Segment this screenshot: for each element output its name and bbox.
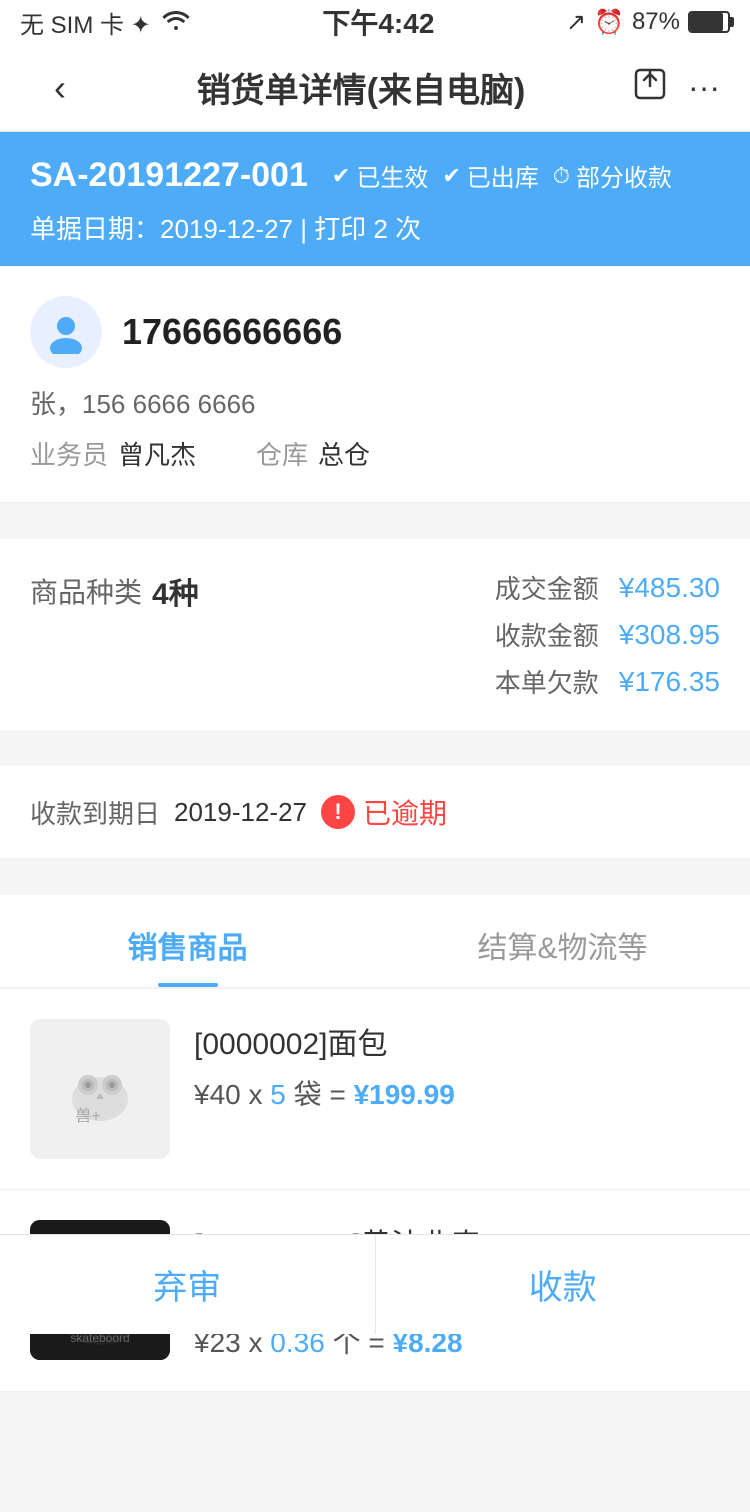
tab-sales[interactable]: 销售商品: [0, 895, 375, 987]
clock-icon: ⏱: [553, 163, 570, 189]
avatar: [30, 296, 102, 368]
category-label: 商品种类: [30, 571, 142, 611]
tab-settlement[interactable]: 结算&物流等: [375, 895, 750, 987]
reject-button[interactable]: 弃审: [0, 1235, 376, 1334]
warehouse-label: 仓库: [256, 435, 308, 472]
status-shipped: ✔ 已出库: [442, 158, 538, 193]
divider-2: [0, 730, 750, 748]
receipt-amount-row: 收款金额 ¥308.95: [495, 616, 720, 653]
customer-contact: 张，156 6666 6666: [30, 384, 720, 421]
overdue-text: 已逾期: [363, 792, 447, 832]
check-icon-2: ✔: [442, 163, 460, 189]
product-placeholder-1: 兽+: [30, 1019, 170, 1159]
due-date-section: 收款到期日 2019-12-27 ! 已逾期: [0, 766, 750, 859]
customer-section: 17666666666 张，156 6666 6666 业务员 曾凡杰 仓库 总…: [0, 266, 750, 503]
stats-right: 成交金额 ¥485.30 收款金额 ¥308.95 本单欠款 ¥176.35: [495, 569, 720, 700]
status-tags: ✔ 已生效 ✔ 已出库 ⏱ 部分收款: [332, 158, 672, 193]
deal-label: 成交金额: [495, 569, 599, 606]
divider-3: [0, 859, 750, 877]
receipt-label: 收款金额: [495, 616, 599, 653]
owe-amount: ¥176.35: [619, 666, 720, 698]
more-icon[interactable]: ···: [688, 69, 720, 106]
bottom-bar: 弃审 收款: [0, 1234, 750, 1334]
due-date-value: 2019-12-27: [174, 797, 307, 828]
warehouse-value: 总仓: [318, 435, 370, 472]
category-count: 4种: [152, 569, 199, 613]
receipt-amount: ¥308.95: [619, 619, 720, 651]
status-effective: ✔ 已生效: [332, 158, 428, 193]
collect-button[interactable]: 收款: [376, 1235, 750, 1334]
bottom-spacer: [0, 1392, 750, 1512]
order-id: SA-20191227-001: [30, 156, 308, 195]
battery-percent: 87%: [632, 8, 680, 36]
product-item-1: 兽+ [0000002]面包 ¥40 x 5 袋 = ¥199.99: [0, 989, 750, 1190]
owe-amount-row: 本单欠款 ¥176.35: [495, 663, 720, 700]
status-time: 下午4:42: [322, 2, 434, 42]
banner-row1: SA-20191227-001 ✔ 已生效 ✔ 已出库 ⏱ 部分收款: [30, 156, 720, 195]
tab-underline: [158, 983, 218, 987]
product-info-1: [0000002]面包 ¥40 x 5 袋 = ¥199.99: [194, 1019, 720, 1113]
salesperson-value: 曾凡杰: [118, 435, 196, 472]
nav-title: 销货单详情(来自电脑): [197, 63, 526, 112]
share-icon[interactable]: [632, 66, 668, 110]
overdue-badge: ! 已逾期: [321, 792, 447, 832]
warehouse-meta: 仓库 总仓: [256, 435, 370, 472]
product-name-1: [0000002]面包: [194, 1019, 720, 1063]
product-total-1: ¥199.99: [354, 1079, 455, 1110]
stats-section: 商品种类 4种 成交金额 ¥485.30 收款金额 ¥308.95 本单欠款 ¥…: [0, 539, 750, 730]
product-qty-1: 5: [270, 1079, 286, 1110]
tabs-section: 销售商品 结算&物流等: [0, 895, 750, 989]
overdue-icon: !: [321, 795, 355, 829]
deal-amount: ¥485.30: [619, 572, 720, 604]
owe-label: 本单欠款: [495, 663, 599, 700]
due-label: 收款到期日: [30, 794, 160, 831]
status-right: ↗ ⏰ 87%: [566, 8, 730, 37]
banner-date-row: 单据日期：2019-12-27 | 打印 2 次: [30, 209, 720, 246]
divider-1: [0, 503, 750, 521]
category-row: 商品种类 4种: [30, 569, 199, 613]
customer-name: 17666666666: [122, 311, 342, 353]
customer-top: 17666666666: [30, 296, 720, 368]
status-partial: ⏱ 部分收款: [553, 158, 672, 193]
product-price-1: ¥40 x 5 袋 = ¥199.99: [194, 1073, 720, 1113]
deal-amount-row: 成交金额 ¥485.30: [495, 569, 720, 606]
nav-actions: ···: [632, 66, 720, 110]
salesperson-label: 业务员: [30, 435, 108, 472]
status-left: 无 SIM 卡 ✦: [20, 5, 191, 40]
battery-icon: [688, 11, 730, 33]
alarm-icon: ⏰: [594, 8, 624, 37]
back-button[interactable]: ‹: [30, 58, 90, 118]
product-thumb-1: 兽+: [30, 1019, 170, 1159]
location-icon: ↗: [566, 8, 586, 37]
header-banner: SA-20191227-001 ✔ 已生效 ✔ 已出库 ⏱ 部分收款 单据日期：…: [0, 132, 750, 266]
sim-indicator: 无 SIM 卡 ✦: [20, 5, 151, 40]
wifi-icon: [161, 8, 191, 37]
stats-left: 商品种类 4种: [30, 569, 199, 613]
nav-bar: ‹ 销货单详情(来自电脑) ···: [0, 44, 750, 132]
salesperson-meta: 业务员 曾凡杰: [30, 435, 196, 472]
svg-text:兽+: 兽+: [75, 1107, 100, 1125]
status-bar: 无 SIM 卡 ✦ 下午4:42 ↗ ⏰ 87%: [0, 0, 750, 44]
customer-meta: 业务员 曾凡杰 仓库 总仓: [30, 435, 720, 472]
check-icon-1: ✔: [332, 163, 350, 189]
